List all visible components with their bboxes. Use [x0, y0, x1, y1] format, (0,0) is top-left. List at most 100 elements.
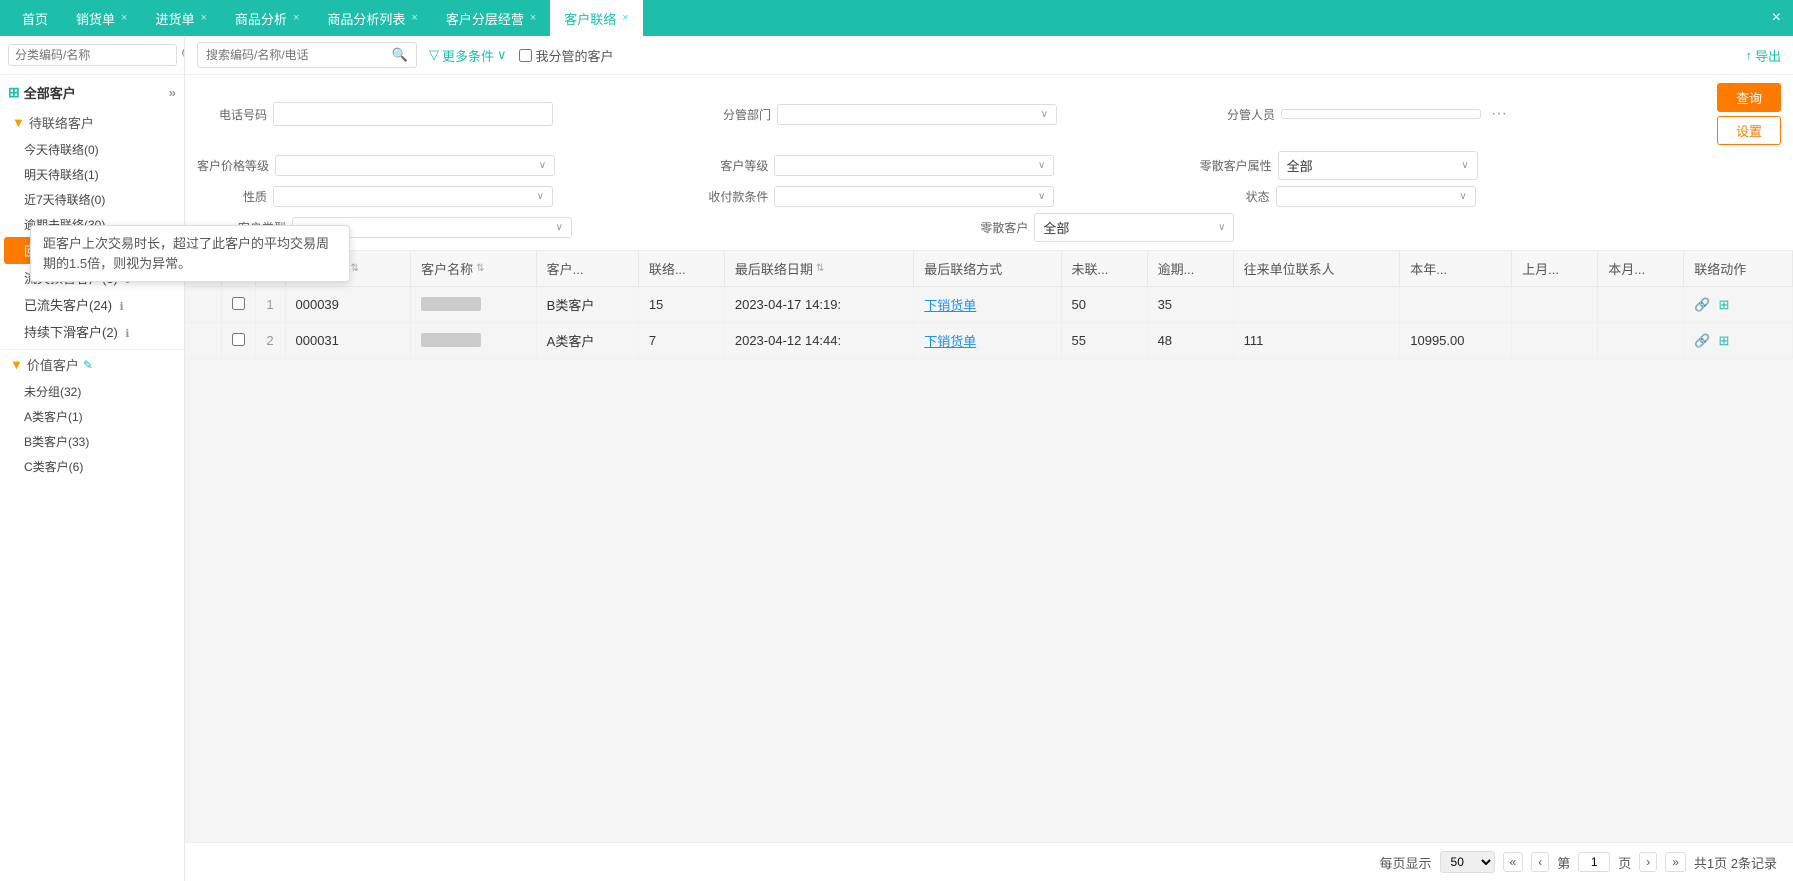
close-sales-icon[interactable]: × [121, 12, 127, 24]
sort-icon-date: ⇅ [816, 263, 824, 274]
last-page-button[interactable]: » [1665, 852, 1686, 872]
nav-customer-segment[interactable]: 客户分层经营 × [432, 0, 550, 36]
row2-checkbox[interactable] [221, 323, 255, 359]
row1-settings [185, 287, 221, 323]
arrow-icon: ▼ [12, 115, 25, 130]
sidebar-item-b-class[interactable]: B类客户(33) [0, 429, 184, 454]
export-button[interactable]: ↑ 导出 [1745, 46, 1781, 65]
phone-field: 电话号码 [197, 102, 693, 126]
th-this-month[interactable]: 本月... [1598, 251, 1684, 287]
search-icon[interactable]: 🔍 [392, 47, 408, 63]
dept-label: 分管部门 [701, 106, 771, 123]
manager-select[interactable] [1281, 109, 1481, 119]
th-customer-name[interactable]: 客户名称 ⇅ [411, 251, 537, 287]
th-this-year[interactable]: 本年... [1400, 251, 1512, 287]
nav-purchase[interactable]: 进货单 × [141, 0, 220, 36]
close-contact-icon[interactable]: × [622, 12, 628, 24]
more-conditions-btn[interactable]: ▽ 更多条件 ∨ [429, 46, 507, 65]
nav-product-analysis[interactable]: 商品分析 × [221, 0, 313, 36]
gender-label: 性质 [197, 188, 267, 205]
phone-input[interactable] [273, 102, 553, 126]
close-product-list-icon[interactable]: × [411, 12, 417, 24]
close-segment-icon[interactable]: × [530, 12, 536, 24]
sidebar-item-tomorrow[interactable]: 明天待联络(1) [0, 162, 184, 187]
row1-last-date: 2023-04-17 14:19: [724, 287, 913, 323]
search-input[interactable] [206, 48, 388, 62]
sidebar-item-unclassified[interactable]: 未分组(32) [0, 379, 184, 404]
nav-home[interactable]: 首页 [8, 0, 62, 36]
row1-link-icon[interactable]: 🔗 [1694, 297, 1710, 313]
row1-name [411, 287, 537, 323]
page-size-select[interactable]: 20 50 100 [1440, 851, 1495, 873]
close-purchase-icon[interactable]: × [200, 12, 206, 24]
customer-level-select[interactable]: ∨ [774, 155, 1054, 176]
th-last-contact-date[interactable]: 最后联络日期 ⇅ [724, 251, 913, 287]
sidebar-item-today[interactable]: 今天待联络(0) [0, 137, 184, 162]
row1-actions: 🔗 ⊞ [1684, 287, 1793, 323]
th-customer-type[interactable]: 客户... [536, 251, 638, 287]
row2-grid-icon[interactable]: ⊞ [1718, 333, 1729, 349]
row1-overdue: 35 [1147, 287, 1233, 323]
row1-last-method[interactable]: 下销货单 [914, 287, 1061, 323]
th-contact-action: 联络动作 [1684, 251, 1793, 287]
nav-product-analysis-list[interactable]: 商品分析列表 × [313, 0, 431, 36]
row2-action-icons: 🔗 ⊞ [1694, 333, 1782, 349]
sidebar-item-c-class[interactable]: C类客户(6) [0, 454, 184, 479]
payment-select[interactable]: ∨ [774, 186, 1054, 207]
row1-name-blurred [421, 297, 481, 311]
close-product-analysis-icon[interactable]: × [293, 12, 299, 24]
nav-sales[interactable]: 销货单 × [62, 0, 141, 36]
prev-page-button[interactable]: ‹ [1531, 852, 1549, 872]
sidebar-item-7days[interactable]: 近7天待联络(0) [0, 187, 184, 212]
status-select[interactable]: ∨ [1276, 186, 1476, 207]
top-nav: 首页 销货单 × 进货单 × 商品分析 × 商品分析列表 × 客户分层经营 × … [0, 0, 1793, 36]
row1-checkbox[interactable] [221, 287, 255, 323]
nav-customer-contact[interactable]: 客户联络 × [550, 0, 642, 36]
row2-method-link[interactable]: 下销货单 [924, 334, 976, 349]
query-button[interactable]: 查询 [1717, 83, 1781, 112]
th-last-contact-method[interactable]: 最后联络方式 [914, 251, 1061, 287]
th-last-month[interactable]: 上月... [1512, 251, 1598, 287]
row2-last-method[interactable]: 下销货单 [914, 323, 1061, 359]
dept-select[interactable]: ∨ [777, 104, 1057, 125]
sidebar-value-customers-group[interactable]: ▼ 价值客户 ✎ [0, 349, 184, 379]
retail-customer-select[interactable]: 全部 ∨ [1034, 213, 1234, 242]
gender-select[interactable]: ∨ [273, 186, 553, 207]
my-customers-check[interactable] [519, 49, 532, 62]
row1-seq: 1 [255, 287, 285, 323]
price-level-select[interactable]: ∨ [275, 155, 555, 176]
row2-actions: 🔗 ⊞ [1684, 323, 1793, 359]
first-page-button[interactable]: « [1503, 852, 1524, 872]
edit-icon[interactable]: ✎ [83, 358, 93, 372]
sidebar-pending-contact-group[interactable]: ▼ 待联络客户 [0, 108, 184, 137]
th-overdue[interactable]: 逾期... [1147, 251, 1233, 287]
grid-icon: ⊞ [8, 84, 20, 101]
sidebar-collapse-icon[interactable]: » [169, 85, 176, 100]
manager-dots[interactable]: ··· [1487, 105, 1511, 123]
total-label: 共1页 2条记录 [1694, 853, 1777, 872]
th-unit-contact[interactable]: 往来单位联系人 [1233, 251, 1400, 287]
sidebar-all-customers[interactable]: ⊞ 全部客户 » [0, 75, 184, 108]
export-icon: ↑ [1745, 48, 1752, 63]
row1-check[interactable] [232, 297, 245, 310]
next-page-button[interactable]: › [1639, 852, 1657, 872]
row2-link-icon[interactable]: 🔗 [1694, 333, 1710, 349]
page-number-input[interactable] [1578, 852, 1610, 872]
retail-attr-select[interactable]: 全部 ∨ [1278, 151, 1478, 180]
th-contact-count[interactable]: 联络... [638, 251, 724, 287]
window-close-button[interactable]: × [1772, 9, 1781, 27]
table-container[interactable]: ⚙ 客户编码 ⇅ [185, 251, 1793, 842]
sidebar-item-already-lost[interactable]: 已流失客户(24) ℹ [0, 291, 184, 318]
row1-method-link[interactable]: 下销货单 [924, 298, 976, 313]
payment-caret-icon: ∨ [1038, 191, 1045, 202]
my-customers-checkbox[interactable]: 我分管的客户 [519, 46, 614, 65]
row1-grid-icon[interactable]: ⊞ [1718, 297, 1729, 313]
sidebar-item-continuous-down[interactable]: 持续下滑客户(2) ℹ [0, 318, 184, 345]
sidebar-search-input[interactable] [8, 44, 177, 66]
settings-button[interactable]: 设置 [1717, 116, 1781, 145]
status-label: 状态 [1200, 188, 1270, 205]
sidebar-item-a-class[interactable]: A类客户(1) [0, 404, 184, 429]
dept-caret-icon: ∨ [1041, 109, 1048, 120]
row2-check[interactable] [232, 333, 245, 346]
th-unpaid[interactable]: 未联... [1061, 251, 1147, 287]
